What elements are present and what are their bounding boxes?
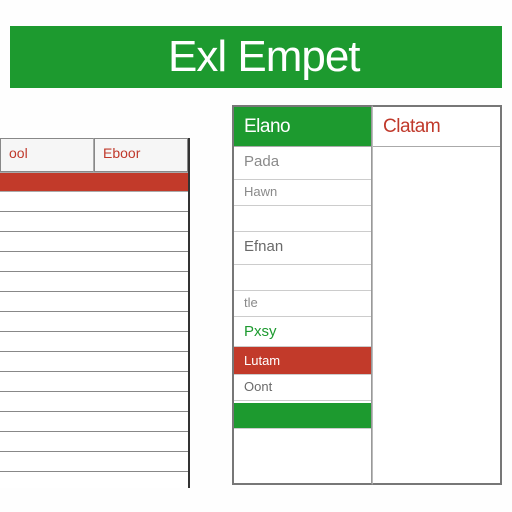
left-highlight-row[interactable] — [0, 172, 188, 192]
right-col2-header[interactable]: Clatam — [373, 107, 500, 147]
list-item[interactable] — [234, 206, 371, 232]
table-row[interactable] — [0, 452, 188, 472]
right-col1-header[interactable]: Elano — [234, 107, 371, 147]
list-item[interactable]: Oont — [234, 375, 371, 401]
right-col1: Elano Pada Hawn Efnan tle Pxsy Lutam Oon… — [232, 105, 372, 485]
list-item-label: Lutam — [244, 353, 280, 368]
table-row[interactable] — [0, 192, 188, 212]
table-row[interactable] — [0, 312, 188, 332]
table-row[interactable] — [0, 432, 188, 452]
list-item-highlight-red[interactable]: Lutam — [234, 347, 371, 375]
list-item[interactable]: Efnan — [234, 232, 371, 265]
app-canvas: Exl Empet ool Eboor Elano — [0, 0, 512, 512]
left-col2-header[interactable]: Eboor — [94, 138, 188, 172]
title-bar: Exl Empet — [10, 26, 502, 88]
left-spreadsheet: ool Eboor — [0, 138, 190, 488]
table-row[interactable] — [0, 272, 188, 292]
list-item[interactable]: tle — [234, 291, 371, 317]
app-title: Exl Empet — [168, 32, 360, 82]
table-row[interactable] — [0, 292, 188, 312]
list-item[interactable] — [234, 265, 371, 291]
left-grid-body — [0, 192, 188, 472]
table-row[interactable] — [0, 372, 188, 392]
table-row[interactable] — [0, 352, 188, 372]
list-item[interactable]: Pada — [234, 147, 371, 180]
left-col1-header[interactable]: ool — [0, 138, 94, 172]
list-item-highlight-green[interactable] — [234, 403, 371, 429]
right-col2: Clatam — [372, 105, 502, 485]
table-row[interactable] — [0, 232, 188, 252]
list-item[interactable]: Pxsy — [234, 317, 371, 347]
table-row[interactable] — [0, 412, 188, 432]
left-header-row: ool Eboor — [0, 138, 188, 172]
table-row[interactable] — [0, 392, 188, 412]
right-panel: Elano Pada Hawn Efnan tle Pxsy Lutam Oon… — [232, 105, 502, 485]
table-row[interactable] — [0, 212, 188, 232]
table-row[interactable] — [0, 252, 188, 272]
table-row[interactable] — [0, 332, 188, 352]
list-item[interactable]: Hawn — [234, 180, 371, 206]
